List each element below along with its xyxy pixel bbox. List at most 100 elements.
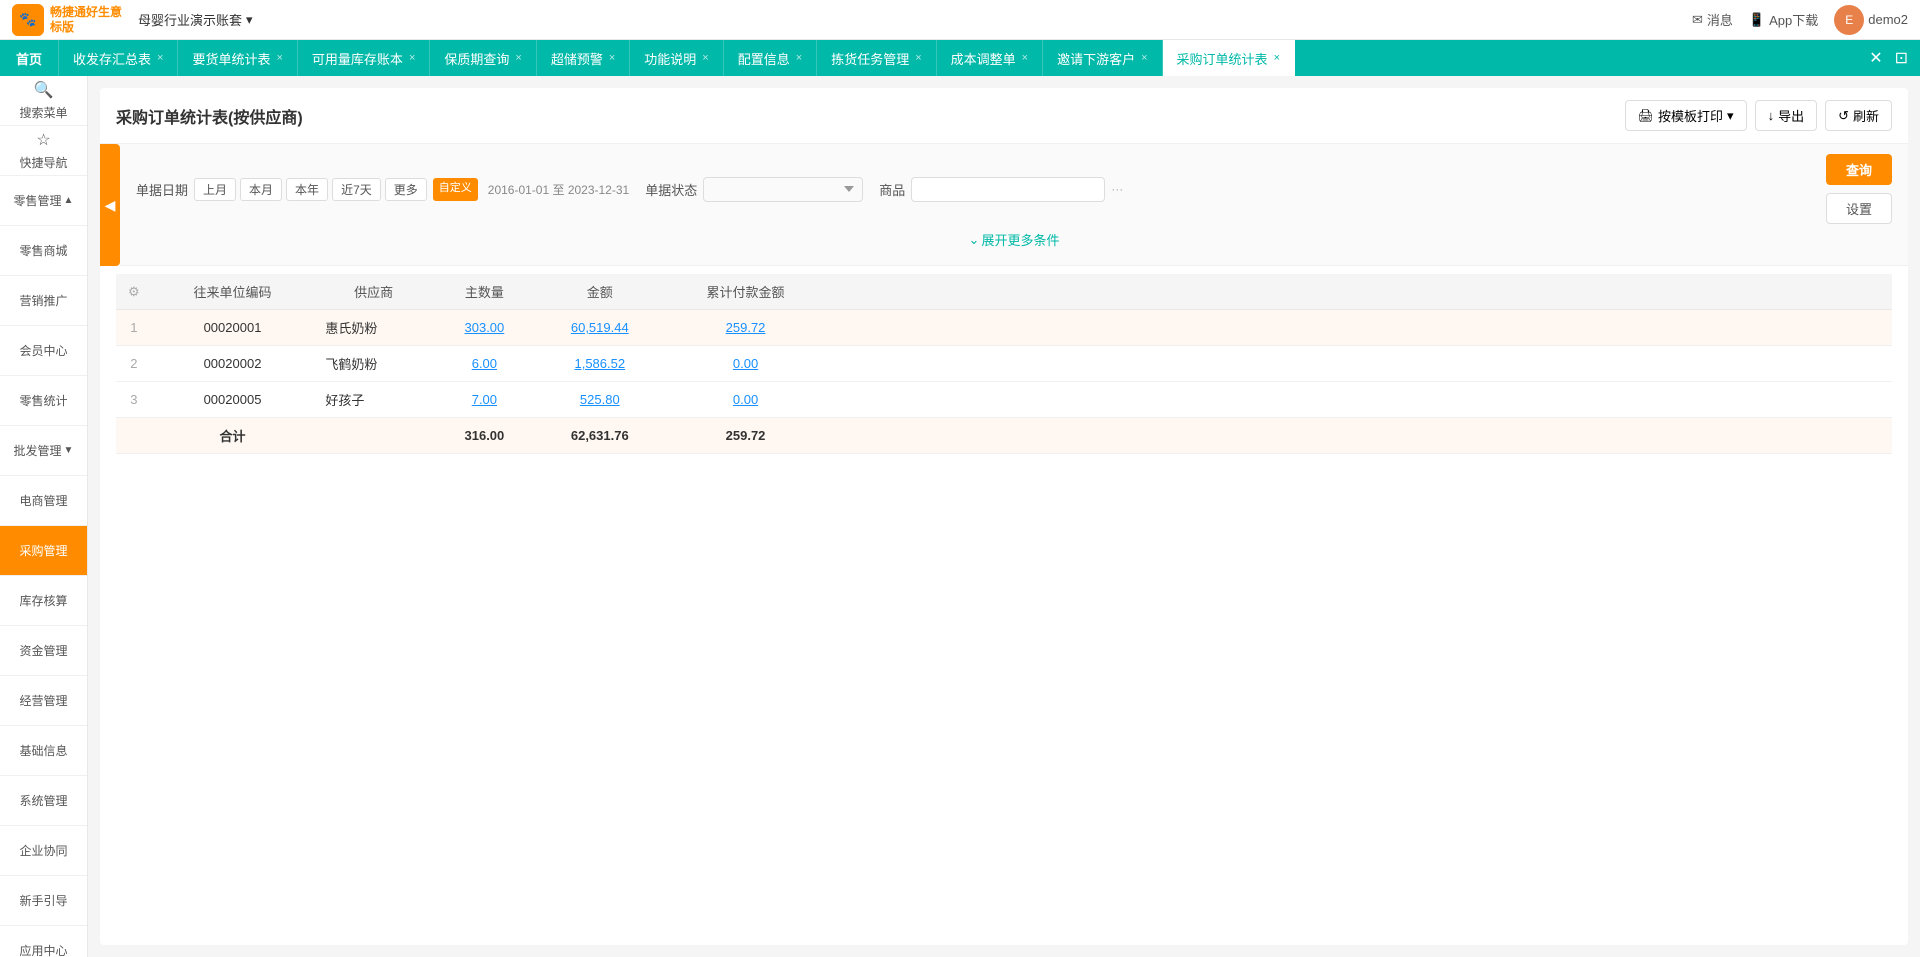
sidebar-item-marketing[interactable]: 营销推广 bbox=[0, 276, 87, 326]
sidebar-item-purchase[interactable]: 采购管理 bbox=[0, 526, 87, 576]
sidebar-item-basic-info[interactable]: 基础信息 bbox=[0, 726, 87, 776]
chevron-down-icon: ▾ bbox=[246, 12, 253, 28]
tab-peizhi-label: 配置信息 bbox=[738, 49, 790, 68]
sidebar-item-ecommerce[interactable]: 电商管理 bbox=[0, 476, 87, 526]
sidebar-item-operations[interactable]: 经营管理 bbox=[0, 676, 87, 726]
sidebar-item-retail-shop[interactable]: 零售商城 bbox=[0, 226, 87, 276]
tab-jianhuo[interactable]: 拣货任务管理 × bbox=[817, 40, 936, 76]
date-btn-last-month[interactable]: 上月 bbox=[194, 178, 236, 201]
cell-amount[interactable]: 525.80 bbox=[535, 382, 665, 418]
sidebar-item-label: 零售商城 bbox=[19, 242, 67, 259]
cell-empty bbox=[826, 346, 1892, 382]
chevron-down-icon: ▲ bbox=[64, 195, 74, 206]
sidebar-item-wholesale[interactable]: 批发管理 ▼ bbox=[0, 426, 87, 476]
close-icon[interactable]: × bbox=[1022, 52, 1028, 64]
date-btn-more[interactable]: 更多 bbox=[385, 178, 427, 201]
more-options-icon[interactable]: ··· bbox=[1111, 182, 1123, 196]
date-range-display: 2016-01-01 至 2023-12-31 bbox=[488, 181, 629, 198]
logo-text: 畅捷通好生意 标版 bbox=[50, 5, 122, 34]
sidebar-item-appcenter[interactable]: 应用中心 bbox=[0, 926, 87, 957]
settings-button[interactable]: 设置 bbox=[1826, 193, 1892, 224]
tab-chengben[interactable]: 成本调整单 × bbox=[937, 40, 1043, 76]
tab-home[interactable]: 首页 bbox=[0, 40, 59, 76]
refresh-button[interactable]: ↺ 刷新 bbox=[1825, 100, 1892, 131]
page-header: 采购订单统计表(按供应商) 🖨 按模板打印 ▾ ↓ 导出 ↺ 刷新 bbox=[100, 88, 1908, 144]
close-icon[interactable]: × bbox=[609, 52, 615, 64]
tab-yaoqing[interactable]: 邀请下游客户 × bbox=[1043, 40, 1162, 76]
tab-yaohuo[interactable]: 要货单统计表 × bbox=[178, 40, 297, 76]
cell-code: 00020002 bbox=[152, 346, 314, 382]
tab-shoufacun[interactable]: 收发存汇总表 × bbox=[59, 40, 178, 76]
avatar: E bbox=[1834, 5, 1864, 35]
org-selector[interactable]: 母婴行业演示账套 ▾ bbox=[130, 6, 261, 33]
gear-icon[interactable]: ⚙ bbox=[128, 284, 140, 299]
sidebar-item-enterprise[interactable]: 企业协同 bbox=[0, 826, 87, 876]
close-icon[interactable]: × bbox=[702, 52, 708, 64]
sidebar-item-label: 批发管理 bbox=[14, 442, 62, 459]
tab-baozhi[interactable]: 保质期查询 × bbox=[430, 40, 536, 76]
status-select[interactable]: 已确认 未确认 bbox=[703, 177, 863, 202]
main-content: 采购订单统计表(按供应商) 🖨 按模板打印 ▾ ↓ 导出 ↺ 刷新 bbox=[88, 76, 1920, 957]
tab-peizhi[interactable]: 配置信息 × bbox=[724, 40, 817, 76]
sidebar-item-label: 经营管理 bbox=[19, 692, 67, 709]
page-title: 采购订单统计表(按供应商) bbox=[116, 104, 303, 128]
sidebar-item-search[interactable]: 🔍 搜索菜单 bbox=[0, 76, 87, 126]
tab-gongnengshuoming-label: 功能说明 bbox=[644, 49, 696, 68]
tab-chaochu[interactable]: 超储预警 × bbox=[537, 40, 630, 76]
filter-status: 单据状态 已确认 未确认 bbox=[645, 177, 863, 202]
export-button[interactable]: ↓ 导出 bbox=[1755, 100, 1818, 131]
footer-empty1 bbox=[116, 418, 152, 454]
chevron-down-icon: ⌄ bbox=[969, 232, 980, 248]
message-button[interactable]: ✉ 消息 bbox=[1692, 10, 1733, 29]
goods-input[interactable] bbox=[911, 177, 1105, 202]
close-icon[interactable]: × bbox=[276, 52, 282, 64]
expand-filter-button[interactable]: ⌄ 展开更多条件 bbox=[969, 230, 1060, 249]
tab-caigou[interactable]: 采购订单统计表 × bbox=[1163, 40, 1295, 76]
sidebar-item-retail-mgmt[interactable]: 零售管理 ▲ bbox=[0, 176, 87, 226]
collapse-filter-button[interactable]: ◀ bbox=[100, 144, 120, 266]
sidebar-item-retail-stats[interactable]: 零售统计 bbox=[0, 376, 87, 426]
sidebar-item-finance[interactable]: 资金管理 bbox=[0, 626, 87, 676]
sidebar-item-member[interactable]: 会员中心 bbox=[0, 326, 87, 376]
close-icon[interactable]: × bbox=[796, 52, 802, 64]
query-button[interactable]: 查询 bbox=[1826, 154, 1892, 185]
close-icon[interactable]: × bbox=[1274, 52, 1280, 64]
date-btn-this-month[interactable]: 本月 bbox=[240, 178, 282, 201]
close-icon[interactable]: × bbox=[1141, 52, 1147, 64]
tab-kuyongliang[interactable]: 可用量库存账本 × bbox=[298, 40, 430, 76]
close-icon[interactable]: × bbox=[915, 52, 921, 64]
logo-icon: 🐾 bbox=[12, 4, 44, 36]
nav-tabs-actions: ✕ ⊡ bbox=[1857, 46, 1920, 70]
date-btn-this-year[interactable]: 本年 bbox=[286, 178, 328, 201]
cell-paid[interactable]: 0.00 bbox=[665, 382, 827, 418]
close-icon[interactable]: × bbox=[157, 52, 163, 64]
sidebar-item-label: 新手引导 bbox=[19, 892, 67, 909]
tab-gongnengshuoming[interactable]: 功能说明 × bbox=[630, 40, 723, 76]
app-download-button[interactable]: 📱 App下载 bbox=[1749, 10, 1818, 29]
message-icon: ✉ bbox=[1692, 12, 1703, 28]
sidebar-item-newguide[interactable]: 新手引导 bbox=[0, 876, 87, 926]
sidebar-item-system[interactable]: 系统管理 bbox=[0, 776, 87, 826]
cell-paid[interactable]: 0.00 bbox=[665, 346, 827, 382]
sidebar-item-quicknav[interactable]: ☆ 快捷导航 bbox=[0, 126, 87, 176]
print-button[interactable]: 🖨 按模板打印 ▾ bbox=[1625, 100, 1747, 131]
close-icon[interactable]: × bbox=[515, 52, 521, 64]
star-icon: ☆ bbox=[36, 130, 50, 150]
chevron-down-icon: ▼ bbox=[64, 445, 74, 456]
cell-amount[interactable]: 60,519.44 bbox=[535, 310, 665, 346]
date-btn-7days[interactable]: 近7天 bbox=[332, 178, 381, 201]
cell-qty[interactable]: 6.00 bbox=[434, 346, 535, 382]
user-profile[interactable]: E demo2 bbox=[1834, 5, 1908, 35]
topbar: 🐾 畅捷通好生意 标版 母婴行业演示账套 ▾ ✉ 消息 📱 App下载 E de… bbox=[0, 0, 1920, 40]
close-icon[interactable]: × bbox=[409, 52, 415, 64]
cell-code: 00020001 bbox=[152, 310, 314, 346]
maximize-window-button[interactable]: ⊡ bbox=[1891, 46, 1912, 70]
close-window-button[interactable]: ✕ bbox=[1865, 46, 1886, 70]
cell-qty[interactable]: 303.00 bbox=[434, 310, 535, 346]
filter-goods: 商品 ··· bbox=[879, 177, 1123, 202]
cell-amount[interactable]: 1,586.52 bbox=[535, 346, 665, 382]
sidebar-item-inventory[interactable]: 库存核算 bbox=[0, 576, 87, 626]
cell-paid[interactable]: 259.72 bbox=[665, 310, 827, 346]
tab-caigou-label: 采购订单统计表 bbox=[1177, 49, 1268, 68]
cell-qty[interactable]: 7.00 bbox=[434, 382, 535, 418]
